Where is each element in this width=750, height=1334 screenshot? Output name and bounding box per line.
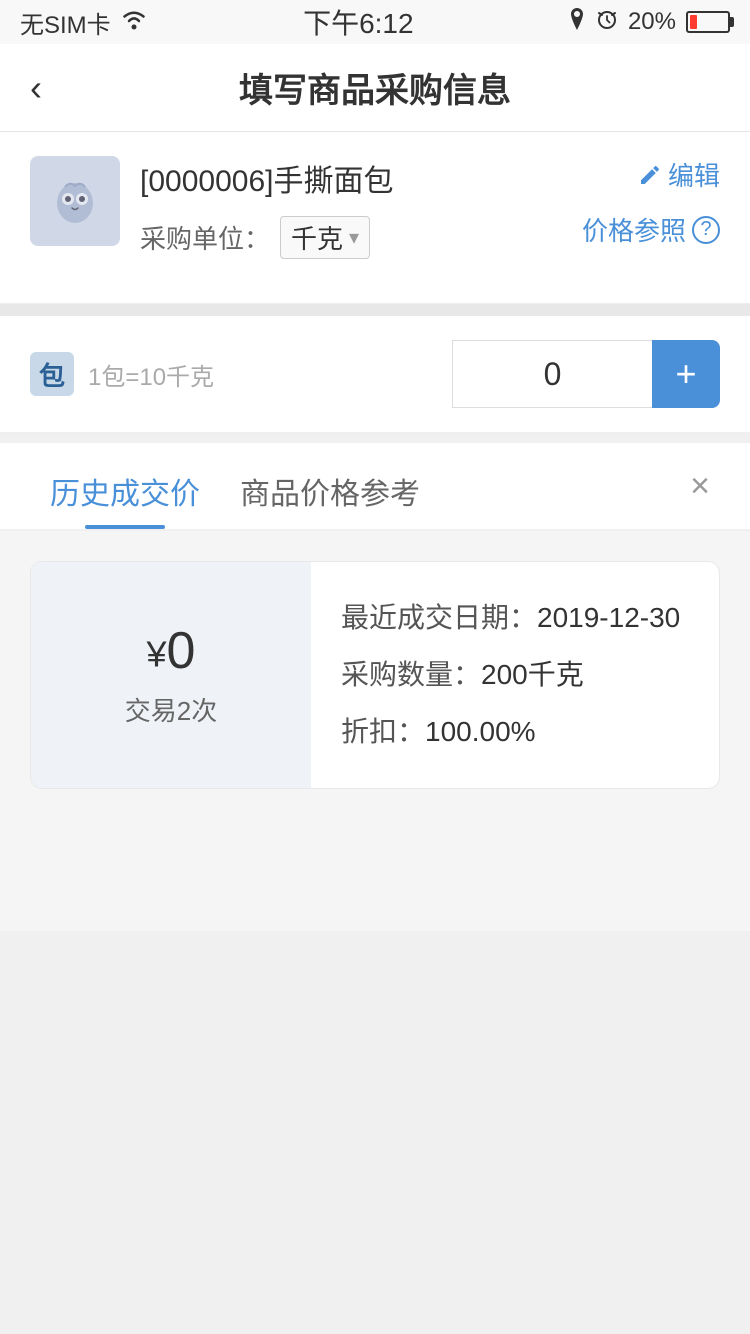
quantity-row: 包 1包=10千克 + (0, 316, 750, 433)
product-left: [0000006]手撕面包 采购单位： 千克 ▾ (30, 156, 582, 259)
discount-label: 折扣： (341, 716, 425, 747)
wifi-icon (119, 8, 149, 37)
unit-hint: 1包=10千克 (88, 357, 214, 392)
price-value: 0 (167, 622, 196, 680)
purchase-qty-value: 200千克 (481, 659, 584, 690)
product-name: [0000006]手撕面包 (140, 156, 582, 200)
battery-icon (686, 11, 730, 33)
unit-icon-box: 包 (30, 352, 74, 396)
edit-label: 编辑 (668, 156, 720, 193)
quantity-plus-button[interactable]: + (652, 340, 720, 408)
unit-icon-label: 包 (39, 356, 65, 393)
card-section: ¥0 交易2次 最近成交日期：2019-12-30 采购数量：200千克 折扣：… (0, 531, 750, 931)
unit-label: 采购单位： (140, 219, 270, 256)
tab-price-ref-label: 商品价格参考 (240, 469, 420, 513)
help-icon: ? (692, 216, 720, 244)
tab-history-price[interactable]: 历史成交价 (30, 443, 220, 529)
carrier-label: 无SIM卡 (20, 5, 111, 40)
edit-button[interactable]: 编辑 (638, 156, 720, 193)
price-ref-button[interactable]: 价格参照 ? (582, 211, 720, 248)
price-card: ¥0 交易2次 最近成交日期：2019-12-30 采购数量：200千克 折扣：… (30, 561, 720, 789)
unit-value: 千克 (291, 219, 343, 256)
price-card-right: 最近成交日期：2019-12-30 采购数量：200千克 折扣：100.00% (311, 562, 719, 788)
discount-value: 100.00% (425, 716, 536, 747)
currency-symbol: ¥ (147, 634, 167, 675)
battery-percent: 20% (628, 8, 676, 36)
recent-date-row: 最近成交日期：2019-12-30 (341, 598, 689, 637)
tab-history-label: 历史成交价 (50, 469, 200, 513)
product-unit-row: 采购单位： 千克 ▾ (140, 216, 582, 259)
price-ref-label: 价格参照 (582, 211, 686, 248)
tabs-bar: 历史成交价 商品价格参考 × (0, 443, 750, 531)
status-right: 20% (568, 8, 730, 37)
trade-count: 交易2次 (125, 691, 217, 728)
product-right: 编辑 价格参照 ? (582, 156, 720, 248)
plus-icon: + (675, 353, 696, 395)
price-amount: ¥0 (147, 621, 196, 681)
status-bar: 无SIM卡 下午6:12 20% (0, 0, 750, 44)
status-left: 无SIM卡 (20, 5, 149, 40)
unit-select[interactable]: 千克 ▾ (280, 216, 370, 259)
product-section: [0000006]手撕面包 采购单位： 千克 ▾ 编辑 价格参照 (0, 132, 750, 304)
price-card-left: ¥0 交易2次 (31, 562, 311, 788)
location-icon (568, 8, 586, 37)
recent-date-value: 2019-12-30 (537, 602, 680, 633)
tab-price-reference[interactable]: 商品价格参考 (220, 443, 440, 529)
close-icon: × (690, 467, 710, 505)
page-title: 填写商品采购信息 (239, 63, 511, 112)
status-time: 下午6:12 (303, 2, 414, 42)
tab-close-button[interactable]: × (680, 457, 720, 516)
edit-icon (638, 163, 662, 187)
quantity-input[interactable] (452, 340, 652, 408)
quantity-left: 包 1包=10千克 (30, 352, 214, 396)
product-header: [0000006]手撕面包 采购单位： 千克 ▾ 编辑 价格参照 (30, 156, 720, 259)
discount-row: 折扣：100.00% (341, 712, 689, 751)
back-button[interactable]: ‹ (30, 67, 42, 109)
section-divider (0, 304, 750, 316)
quantity-right: + (452, 340, 720, 408)
tabs-left: 历史成交价 商品价格参考 (30, 443, 440, 529)
chevron-down-icon: ▾ (349, 225, 359, 250)
recent-date-label: 最近成交日期： (341, 602, 537, 633)
tab-active-indicator (85, 525, 165, 529)
nav-bar: ‹ 填写商品采购信息 (0, 44, 750, 132)
purchase-qty-label: 采购数量： (341, 659, 481, 690)
product-thumbnail (30, 156, 120, 246)
purchase-qty-row: 采购数量：200千克 (341, 655, 689, 694)
alarm-icon (596, 8, 618, 37)
product-info: [0000006]手撕面包 采购单位： 千克 ▾ (140, 156, 582, 259)
